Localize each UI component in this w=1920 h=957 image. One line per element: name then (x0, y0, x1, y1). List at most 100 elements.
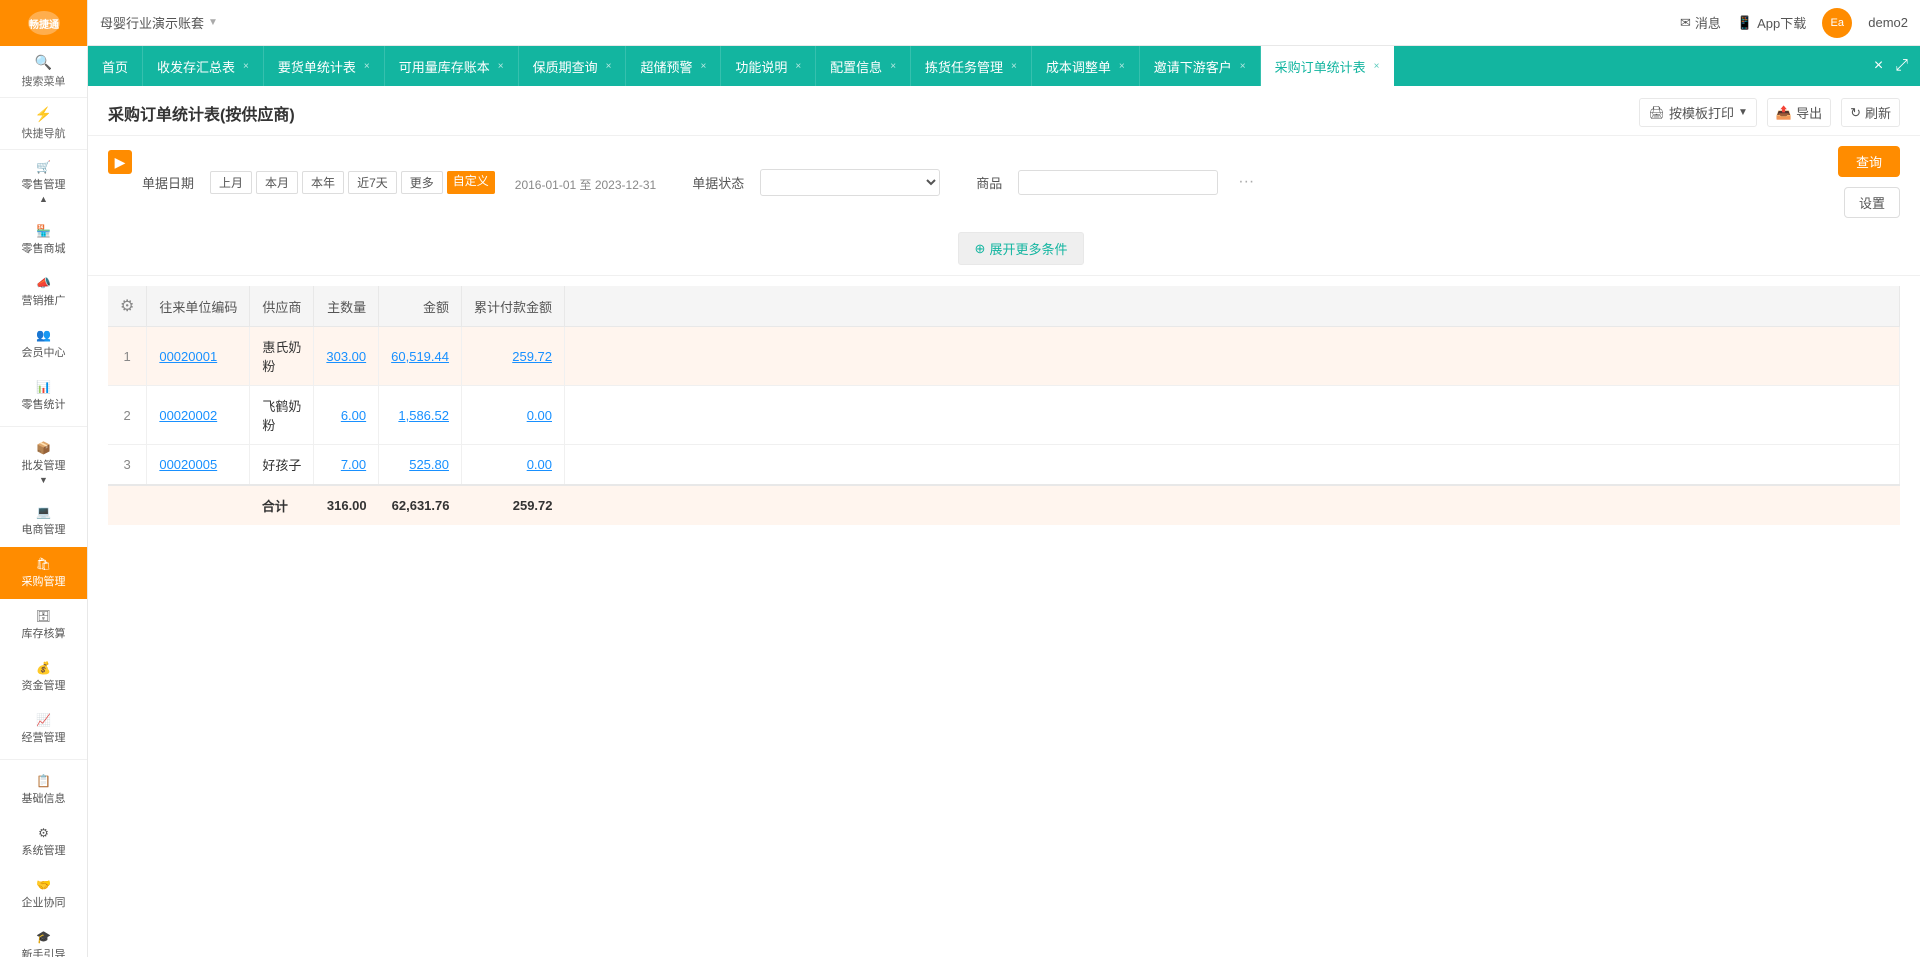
row-3-code[interactable]: 00020005 (147, 445, 250, 486)
tab-invite-downstream[interactable]: 邀请下游客户 × (1140, 46, 1261, 86)
sidebar-item-members[interactable]: 👥 会员中心 (0, 318, 87, 370)
tab-close-function-desc[interactable]: × (795, 61, 801, 72)
tab-function-desc[interactable]: 功能说明 × (721, 46, 816, 86)
row-1-qty[interactable]: 303.00 (314, 327, 379, 386)
tab-close-collect-summary[interactable]: × (243, 61, 249, 72)
more-date-btn[interactable]: 更多 (401, 171, 443, 194)
last-month-btn[interactable]: 上月 (210, 171, 252, 194)
status-filter-label: 单据状态 (692, 173, 744, 192)
sidebar-item-retail-shop[interactable]: 🏪 零售商城 (0, 214, 87, 266)
tab-warranty-query[interactable]: 保质期查询 × (519, 46, 627, 86)
tab-close-pick-task[interactable]: × (1011, 61, 1017, 72)
row-2-amount[interactable]: 1,586.52 (379, 386, 462, 445)
tab-close-order-summary[interactable]: × (364, 61, 370, 72)
app-download-button[interactable]: 📱 App下载 (1737, 13, 1806, 32)
tab-close-inventory-ledger[interactable]: × (498, 61, 504, 72)
last-7-days-btn[interactable]: 近7天 (348, 171, 397, 194)
filter-fields: 单据日期 上月 本月 本年 近7天 更多 自定义 2016-01-01 至 20… (142, 146, 1900, 265)
sidebar-item-wholesale[interactable]: 📦 批发管理 ▼ (0, 431, 87, 495)
page-title: 采购订单统计表(按供应商) (108, 101, 295, 125)
tab-close-invite-downstream[interactable]: × (1240, 61, 1246, 72)
sidebar-item-finance[interactable]: 💰 资金管理 (0, 651, 87, 703)
this-year-btn[interactable]: 本年 (302, 171, 344, 194)
tab-config-info[interactable]: 配置信息 × (816, 46, 911, 86)
export-button[interactable]: 📤 导出 (1767, 98, 1831, 127)
row-3-qty[interactable]: 7.00 (314, 445, 379, 486)
query-button[interactable]: 查询 (1838, 146, 1900, 177)
app-logo[interactable]: 畅捷通 (0, 0, 87, 46)
sidebar-item-inventory[interactable]: 🗄 库存核算 (0, 599, 87, 651)
tab-overstock-warning[interactable]: 超储预警 × (626, 46, 721, 86)
row-2-code[interactable]: 00020002 (147, 386, 250, 445)
row-1-paid[interactable]: 259.72 (461, 327, 564, 386)
sidebar-item-system[interactable]: ⚙ 系统管理 (0, 816, 87, 868)
goods-more-icon[interactable]: ··· (1234, 173, 1258, 191)
tab-close-warranty-query[interactable]: × (606, 61, 612, 72)
row-1-supplier: 惠氏奶粉 (250, 327, 314, 386)
workspace-selector[interactable]: 母婴行业演示账套 ▼ (100, 13, 1672, 32)
tab-cost-adjust[interactable]: 成本调整单 × (1032, 46, 1140, 86)
sidebar-search[interactable]: 🔍 搜索菜单 (0, 46, 87, 98)
tab-order-summary[interactable]: 要货单统计表 × (264, 46, 385, 86)
status-filter-select[interactable] (760, 169, 940, 196)
operations-icon: 📈 (36, 713, 51, 727)
svg-text:畅捷通: 畅捷通 (29, 18, 59, 31)
tab-pick-task[interactable]: 拣货任务管理 × (911, 46, 1032, 86)
retail-icon: 🛒 (36, 160, 51, 174)
refresh-button[interactable]: ↻ 刷新 (1841, 98, 1900, 127)
expand-tab-button[interactable]: ⤢ (1891, 53, 1912, 79)
sidebar-item-newbie[interactable]: 🎓 新手引导 (0, 920, 87, 957)
row-1-amount[interactable]: 60,519.44 (379, 327, 462, 386)
page-header-actions: 🖨 按模板打印 ▼ 📤 导出 ↻ 刷新 (1639, 98, 1900, 127)
sidebar-item-basics[interactable]: 📋 基础信息 (0, 764, 87, 816)
tab-home[interactable]: 首页 (88, 46, 143, 86)
footer-amount: 62,631.76 (379, 485, 462, 525)
sidebar-item-retail-stats[interactable]: 📊 零售统计 (0, 370, 87, 422)
row-2-extra (565, 386, 1900, 445)
column-extra (565, 286, 1900, 327)
row-2-paid[interactable]: 0.00 (461, 386, 564, 445)
print-button[interactable]: 🖨 按模板打印 ▼ (1639, 98, 1756, 127)
expand-more-conditions-btn[interactable]: ⊕ 展开更多条件 (958, 232, 1085, 265)
sidebar-item-enterprise[interactable]: 🤝 企业协同 (0, 868, 87, 920)
row-3-amount[interactable]: 525.80 (379, 445, 462, 486)
shortcut-label: 快捷导航 (4, 125, 83, 141)
page-header: 采购订单统计表(按供应商) 🖨 按模板打印 ▼ 📤 导出 ↻ 刷新 (88, 86, 1920, 136)
system-icon: ⚙ (38, 826, 49, 840)
sidebar-item-marketing[interactable]: 📣 营销推广 (0, 266, 87, 318)
toggle-filter-button[interactable]: ▶ (108, 150, 132, 174)
topbar: 母婴行业演示账套 ▼ ✉ 消息 📱 App下载 Ea demo2 (88, 0, 1920, 46)
tab-purchase-summary[interactable]: 采购订单统计表 × (1261, 46, 1395, 86)
this-month-btn[interactable]: 本月 (256, 171, 298, 194)
footer-blank (108, 485, 147, 525)
tab-close-overstock-warning[interactable]: × (700, 61, 706, 72)
row-3-paid[interactable]: 0.00 (461, 445, 564, 486)
tab-inventory-ledger[interactable]: 可用量库存账本 × (385, 46, 519, 86)
custom-date-badge[interactable]: 自定义 (447, 171, 495, 194)
row-3-num: 3 (108, 445, 147, 486)
refresh-icon: ↻ (1850, 105, 1861, 121)
sidebar-item-operations[interactable]: 📈 经营管理 (0, 703, 87, 755)
goods-filter-input[interactable] (1018, 170, 1218, 195)
expand-icon: ⊕ (975, 241, 986, 257)
close-tab-button[interactable]: × (1870, 53, 1887, 79)
username-label[interactable]: demo2 (1868, 15, 1908, 30)
tab-close-cost-adjust[interactable]: × (1119, 61, 1125, 72)
sidebar-item-purchase[interactable]: 🛍 采购管理 (0, 547, 87, 599)
tab-close-purchase-summary[interactable]: × (1374, 61, 1380, 72)
row-2-qty[interactable]: 6.00 (314, 386, 379, 445)
column-amount: 金额 (379, 286, 462, 327)
footer-extra (565, 485, 1900, 525)
sidebar-shortcut[interactable]: ⚡ 快捷导航 (0, 98, 87, 150)
sidebar-item-ecommerce[interactable]: 💻 电商管理 (0, 495, 87, 547)
workspace-dropdown-icon[interactable]: ▼ (208, 17, 218, 28)
message-button[interactable]: ✉ 消息 (1680, 13, 1721, 32)
settings-button[interactable]: 设置 (1844, 187, 1900, 218)
user-avatar[interactable]: Ea (1822, 8, 1852, 38)
tab-close-config-info[interactable]: × (890, 61, 896, 72)
topbar-actions: ✉ 消息 📱 App下载 Ea demo2 (1680, 8, 1908, 38)
row-1-code[interactable]: 00020001 (147, 327, 250, 386)
sidebar-item-retail[interactable]: 🛒 零售管理 ▲ (0, 150, 87, 214)
table-gear-icon[interactable]: ⚙ (120, 298, 134, 315)
tab-collect-summary[interactable]: 收发存汇总表 × (143, 46, 264, 86)
